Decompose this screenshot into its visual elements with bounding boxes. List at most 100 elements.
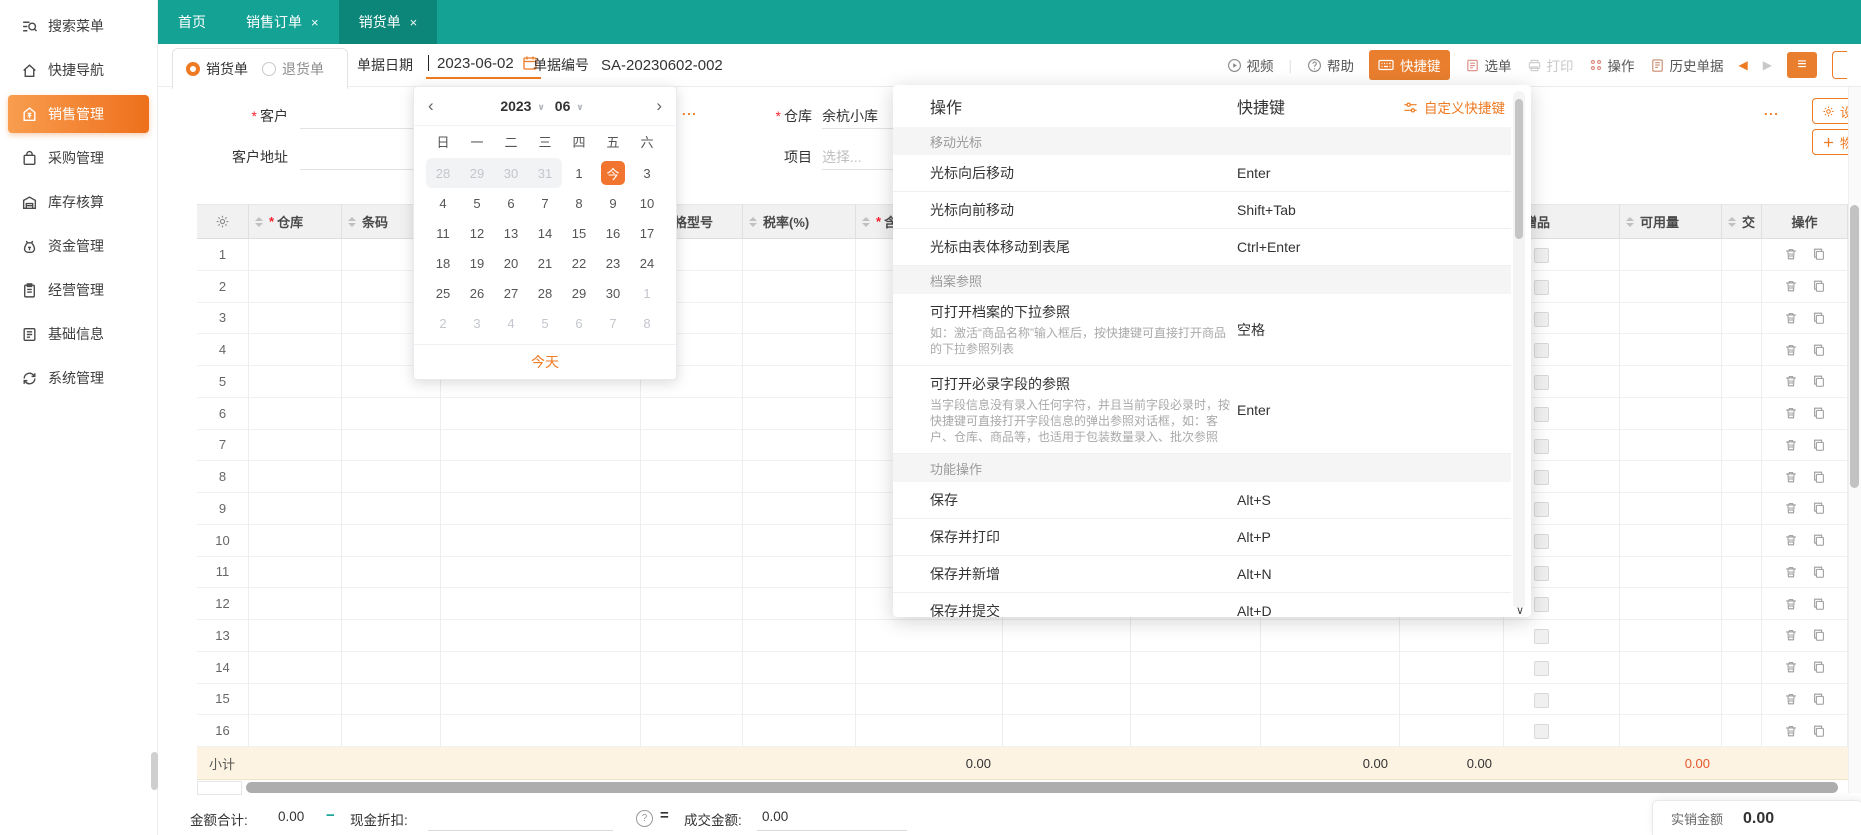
cell-taxrate[interactable]: [743, 556, 856, 589]
cell-taxrate[interactable]: [743, 397, 856, 430]
sort-icon[interactable]: [1626, 216, 1634, 227]
menu-burger-button[interactable]: ≡: [1787, 52, 1817, 78]
cell-delivery[interactable]: [1722, 239, 1762, 271]
copy-row-icon[interactable]: [1812, 692, 1826, 706]
cell-spec[interactable]: [641, 715, 743, 747]
gift-checkbox[interactable]: [1534, 279, 1549, 295]
doc-number-value[interactable]: SA-20230602-002: [601, 57, 723, 74]
sidebar-item-search-menu[interactable]: 搜索菜单: [0, 4, 157, 48]
date-cell[interactable]: 25: [426, 278, 460, 308]
cell-hidden2[interactable]: [1003, 620, 1131, 652]
date-cell[interactable]: 17: [630, 218, 664, 248]
year-select[interactable]: 2023: [500, 98, 531, 114]
cell-warehouse[interactable]: [249, 715, 342, 747]
cell-warehouse[interactable]: [249, 461, 342, 493]
cell-available[interactable]: [1620, 239, 1722, 271]
date-cell[interactable]: 22: [562, 248, 596, 278]
date-cell[interactable]: 4: [494, 308, 528, 338]
copy-row-icon[interactable]: [1812, 565, 1826, 579]
date-cell[interactable]: 12: [460, 218, 494, 248]
cell-ops[interactable]: [1762, 397, 1848, 430]
today-button[interactable]: 今天: [414, 344, 676, 379]
cell-warehouse[interactable]: [249, 651, 342, 684]
prev-month-chevron[interactable]: ‹: [428, 87, 434, 125]
cell-spec[interactable]: [641, 461, 743, 493]
cell-ops[interactable]: [1762, 683, 1848, 716]
cell-spec[interactable]: [641, 556, 743, 589]
delete-row-icon[interactable]: [1784, 374, 1798, 388]
cell-spec[interactable]: [641, 651, 743, 684]
cell-barcode[interactable]: [342, 461, 441, 493]
cell-warehouse[interactable]: [249, 620, 342, 652]
cell-hidden5[interactable]: [1400, 683, 1504, 716]
cash-discount-input[interactable]: [428, 830, 613, 831]
date-cell[interactable]: 18: [426, 248, 460, 278]
cell-hidden4[interactable]: [1261, 651, 1400, 684]
cell-barcode[interactable]: [342, 397, 441, 430]
customize-hotkeys-link[interactable]: 自定义快捷键: [1403, 97, 1505, 117]
cell-spec[interactable]: [641, 683, 743, 716]
tab-sales-invoice[interactable]: 销货单 ×: [338, 0, 438, 44]
cell-ops[interactable]: [1762, 239, 1848, 271]
cell-hidden1[interactable]: [441, 429, 641, 462]
cell-taxrate[interactable]: [743, 334, 856, 366]
cell-barcode[interactable]: [342, 524, 441, 557]
cell-hidden1[interactable]: [441, 493, 641, 525]
gift-checkbox[interactable]: [1534, 438, 1549, 454]
date-cell[interactable]: 10: [630, 188, 664, 218]
date-cell-today[interactable]: 今: [596, 158, 630, 188]
cell-barcode[interactable]: [342, 429, 441, 462]
cell-ops[interactable]: [1762, 620, 1848, 652]
cell-ops[interactable]: [1762, 302, 1848, 335]
clipped-button[interactable]: [1832, 51, 1847, 79]
cell-hidden2[interactable]: [1003, 651, 1131, 684]
cell-available[interactable]: [1620, 397, 1722, 430]
sidebar-item-business-mgmt[interactable]: 经营管理: [0, 268, 157, 312]
date-cell[interactable]: 16: [596, 218, 630, 248]
cell-gift[interactable]: [1504, 620, 1620, 652]
cell-delivery[interactable]: [1722, 683, 1762, 716]
copy-row-icon[interactable]: [1812, 470, 1826, 484]
cell-price[interactable]: [856, 651, 1003, 684]
cell-warehouse[interactable]: [249, 239, 342, 271]
copy-row-icon[interactable]: [1812, 628, 1826, 642]
cell-available[interactable]: [1620, 302, 1722, 335]
gift-checkbox[interactable]: [1534, 724, 1549, 740]
sort-icon[interactable]: [749, 216, 757, 227]
radio-sales-invoice[interactable]: 销货单: [186, 59, 248, 79]
gift-checkbox[interactable]: [1534, 565, 1549, 581]
copy-row-icon[interactable]: [1812, 279, 1826, 293]
cell-barcode[interactable]: [342, 620, 441, 652]
cell-barcode[interactable]: [342, 493, 441, 525]
cell-available[interactable]: [1620, 524, 1722, 557]
copy-row-icon[interactable]: [1812, 311, 1826, 325]
cell-delivery[interactable]: [1722, 651, 1762, 684]
copy-row-icon[interactable]: [1812, 724, 1826, 738]
gift-checkbox[interactable]: [1534, 470, 1549, 486]
date-cell[interactable]: 26: [460, 278, 494, 308]
cell-available[interactable]: [1620, 334, 1722, 366]
cell-ops[interactable]: [1762, 334, 1848, 366]
copy-row-icon[interactable]: [1812, 438, 1826, 452]
cell-hidden5[interactable]: [1400, 620, 1504, 652]
gift-checkbox[interactable]: [1534, 597, 1549, 613]
column-header-warehouse[interactable]: * 仓库: [249, 204, 342, 239]
cell-taxrate[interactable]: [743, 651, 856, 684]
cell-price[interactable]: [856, 683, 1003, 716]
cell-delivery[interactable]: [1722, 715, 1762, 747]
delete-row-icon[interactable]: [1784, 247, 1798, 261]
date-cell[interactable]: 24: [630, 248, 664, 278]
cell-spec[interactable]: [641, 397, 743, 430]
cell-spec[interactable]: [641, 493, 743, 525]
cell-available[interactable]: [1620, 620, 1722, 652]
column-header-taxrate[interactable]: 税率(%): [743, 204, 856, 239]
column-header-delivery[interactable]: 交: [1722, 204, 1762, 239]
cell-barcode[interactable]: [342, 588, 441, 620]
date-cell[interactable]: 29: [460, 158, 494, 188]
close-icon[interactable]: ×: [311, 15, 319, 30]
gift-checkbox[interactable]: [1534, 533, 1549, 549]
date-cell[interactable]: 3: [630, 158, 664, 188]
horizontal-scrollbar[interactable]: [246, 782, 1838, 793]
date-cell[interactable]: 29: [562, 278, 596, 308]
cell-barcode[interactable]: [342, 651, 441, 684]
